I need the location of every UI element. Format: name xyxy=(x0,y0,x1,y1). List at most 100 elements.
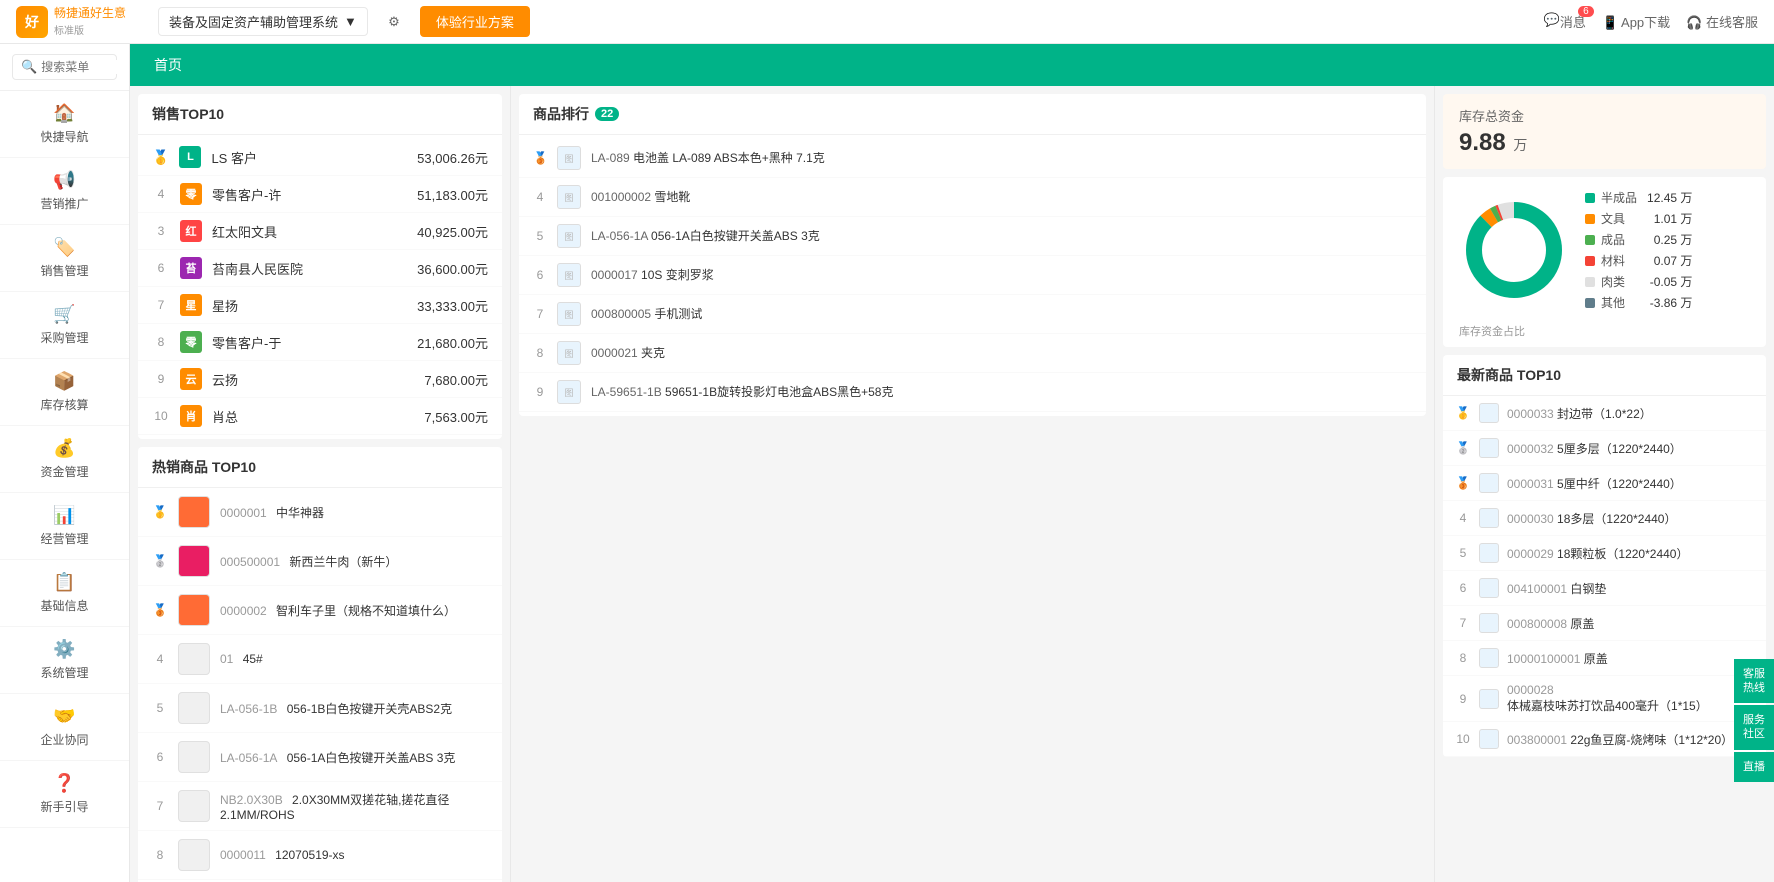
sidebar-item-operations[interactable]: 📊 经营管理 xyxy=(0,493,129,560)
sidebar-item-inventory[interactable]: 📦 库存核算 xyxy=(0,359,129,426)
cs-hotline-button[interactable]: 客服热线 xyxy=(1734,659,1774,704)
rank-name-6: 零售客户-于 xyxy=(212,333,407,352)
product-info: 0000017 10S 变刺罗浆 xyxy=(591,267,1412,284)
rank-item: 3 红 红太阳文具 40,925.00元 xyxy=(138,213,502,250)
rank-name-5: 星扬 xyxy=(212,296,407,315)
sidebar-item-label: 企业协同 xyxy=(40,731,88,748)
product-item: 🥉 图 LA-089 电池盖 LA-089 ABS本色+黑种 7.1克 xyxy=(519,139,1426,178)
sidebar-item-home[interactable]: 🏠 快捷导航 xyxy=(0,91,129,158)
sales-icon: 🏷️ xyxy=(53,237,75,258)
rank-avatar-1: L xyxy=(179,146,201,168)
sidebar-item-marketing[interactable]: 📢 营销推广 xyxy=(0,158,129,225)
experience-button[interactable]: 体验行业方案 xyxy=(420,6,530,37)
rank-num-6: 8 xyxy=(152,335,170,349)
sidebar-item-label: 采购管理 xyxy=(40,329,88,346)
new-thumb-7 xyxy=(1479,613,1499,633)
hot-product-item: 🥉 0000002 智利车子里（规格不知道填什么） xyxy=(138,586,502,635)
new-product-info-8: 10000100001 原盖 xyxy=(1507,650,1754,667)
sidebar-item-system[interactable]: ⚙️ 系统管理 xyxy=(0,627,129,694)
new-product-info-6: 004100001 白钢垫 xyxy=(1507,580,1754,597)
new-product-item: 10 003800001 22g鱼豆腐-烧烤味（1*12*20） xyxy=(1443,722,1766,757)
operations-icon: 📊 xyxy=(53,505,75,526)
product-thumb: 图 xyxy=(557,380,581,404)
finance-icon: 💰 xyxy=(53,438,75,459)
sidebar-item-collab[interactable]: 🤝 企业协同 xyxy=(0,694,129,761)
new-product-info-9: 0000028 体械嘉枝味苏打饮品400毫升（1*15） xyxy=(1507,683,1754,714)
product-info: 000800005 手机测试 xyxy=(591,306,1412,323)
search-input[interactable] xyxy=(41,60,121,74)
sidebar-item-finance[interactable]: 💰 资金管理 xyxy=(0,426,129,493)
customer-ranking-section: 销售TOP10 🥇 L LS 客户 53,006.26元 4 零 零售客户-许 xyxy=(138,94,502,439)
product-thumb: 图 xyxy=(557,302,581,326)
right-panel: 库存总资金 9.88 万 xyxy=(1434,86,1774,882)
app-download-button[interactable]: 📱 App下载 xyxy=(1602,12,1670,31)
home-tab[interactable]: 首页 xyxy=(146,55,190,75)
new-product-info-7: 000800008 原盖 xyxy=(1507,615,1754,632)
hot-products-list: 🥇 0000001 中华神器 🥈 000500001 新西兰牛肉（新牛） 🥉 xyxy=(138,488,502,882)
cs-community-button[interactable]: 服务社区 xyxy=(1734,705,1774,750)
chevron-down-icon: ▼ xyxy=(344,14,357,29)
inventory-card: 库存总资金 9.88 万 xyxy=(1443,94,1766,169)
hot-rank-num-6: 6 xyxy=(152,750,168,764)
sidebar-item-label: 经营管理 xyxy=(40,530,88,547)
product-item: 4 图 001000002 雪地靴 xyxy=(519,178,1426,217)
hot-rank-num-7: 7 xyxy=(152,799,168,813)
sidebar-item-label: 营销推广 xyxy=(40,195,88,212)
cs-live-button[interactable]: 直播 xyxy=(1734,752,1774,782)
basic-icon: 📋 xyxy=(53,572,75,593)
sidebar-item-guide[interactable]: ❓ 新手引导 xyxy=(0,761,129,828)
product-list: 🥉 图 LA-089 电池盖 LA-089 ABS本色+黑种 7.1克 4 图 … xyxy=(519,135,1426,416)
chart-legend: 半成品 12.45 万 文具 1.01 万 成品 0 xyxy=(1585,189,1692,311)
rank-item: 4 零 零售客户-许 51,183.00元 xyxy=(138,176,502,213)
logo-icon: 好 xyxy=(16,6,48,38)
new-thumb-10 xyxy=(1479,729,1499,749)
system-name: 装备及固定资产辅助管理系统 xyxy=(169,12,338,31)
rank-num-4: 6 xyxy=(152,261,170,275)
guide-icon: ❓ xyxy=(53,773,75,794)
rank-num-5: 7 xyxy=(152,298,170,312)
rank-avatar-2: 零 xyxy=(180,183,202,205)
product-ranking-title: 商品排行 22 xyxy=(519,94,1426,135)
rank-avatar-4: 苔 xyxy=(180,257,202,279)
collab-icon: 🤝 xyxy=(53,706,75,727)
rank-item: 7 星 星扬 33,333.00元 xyxy=(138,287,502,324)
logo: 好 畅捷通好生意 标准版 xyxy=(16,6,146,38)
sidebar-item-basic[interactable]: 📋 基础信息 xyxy=(0,560,129,627)
search-icon: 🔍 xyxy=(21,59,37,75)
rank-name-8: 肖总 xyxy=(212,407,414,426)
hot-rank-num-8: 8 xyxy=(152,848,168,862)
rank-num-7: 9 xyxy=(152,372,170,386)
product-info: LA-056-1A 056-1A白色按键开关盖ABS 3克 xyxy=(591,228,1412,245)
hot-products-section: 热销商品 TOP10 🥇 0000001 中华神器 🥈 000500001 新西… xyxy=(138,447,502,882)
rank-medal-1: 🥇 xyxy=(152,149,169,166)
new-product-item: 9 0000028 体械嘉枝味苏打饮品400毫升（1*15） xyxy=(1443,676,1766,722)
customer-rank-list: 🥇 L LS 客户 53,006.26元 4 零 零售客户-许 51,183.0… xyxy=(138,135,502,439)
hot-product-name-1: 0000001 中华神器 xyxy=(220,504,488,521)
settings-button[interactable]: ⚙ xyxy=(380,8,408,36)
message-button[interactable]: 💬 消息 6 xyxy=(1544,12,1586,31)
product-info: LA-59651-1B 59651-1B旋转投影灯电池盒ABS黑色+58克 xyxy=(591,384,1412,401)
hot-product-name-3: 0000002 智利车子里（规格不知道填什么） xyxy=(220,602,488,619)
rank-num-8: 10 xyxy=(152,409,170,423)
product-item: 5 图 LA-056-1A 056-1A白色按键开关盖ABS 3克 xyxy=(519,217,1426,256)
online-service-button[interactable]: 🎧 在线客服 xyxy=(1686,12,1758,31)
search-wrap[interactable]: 🔍 xyxy=(12,54,117,80)
hot-product-name-6: LA-056-1A 056-1A白色按键开关盖ABS 3克 xyxy=(220,749,488,766)
legend-dot-5 xyxy=(1585,277,1595,287)
sidebar-item-sales[interactable]: 🏷️ 销售管理 xyxy=(0,225,129,292)
hot-thumb-6 xyxy=(178,741,210,773)
cs-float: 客服热线 服务社区 直播 xyxy=(1734,659,1774,782)
rank-name-1: LS 客户 xyxy=(211,148,407,167)
new-thumb-4 xyxy=(1479,508,1499,528)
legend-item-6: 其他 -3.86 万 xyxy=(1585,294,1692,311)
rank-num-3: 3 xyxy=(152,224,170,238)
hot-products-title: 热销商品 TOP10 xyxy=(138,447,502,488)
sidebar-item-purchase[interactable]: 🛒 采购管理 xyxy=(0,292,129,359)
product-ranking-section: 商品排行 22 🥉 图 LA-089 电池盖 LA-089 ABS本色+黑种 7… xyxy=(519,94,1426,416)
legend-dot-6 xyxy=(1585,298,1595,308)
sidebar-item-label: 销售管理 xyxy=(40,262,88,279)
legend-dot-3 xyxy=(1585,235,1595,245)
rank-amount-1: 53,006.26元 xyxy=(417,148,488,167)
system-selector[interactable]: 装备及固定资产辅助管理系统 ▼ xyxy=(158,7,368,36)
purchase-icon: 🛒 xyxy=(53,304,75,325)
